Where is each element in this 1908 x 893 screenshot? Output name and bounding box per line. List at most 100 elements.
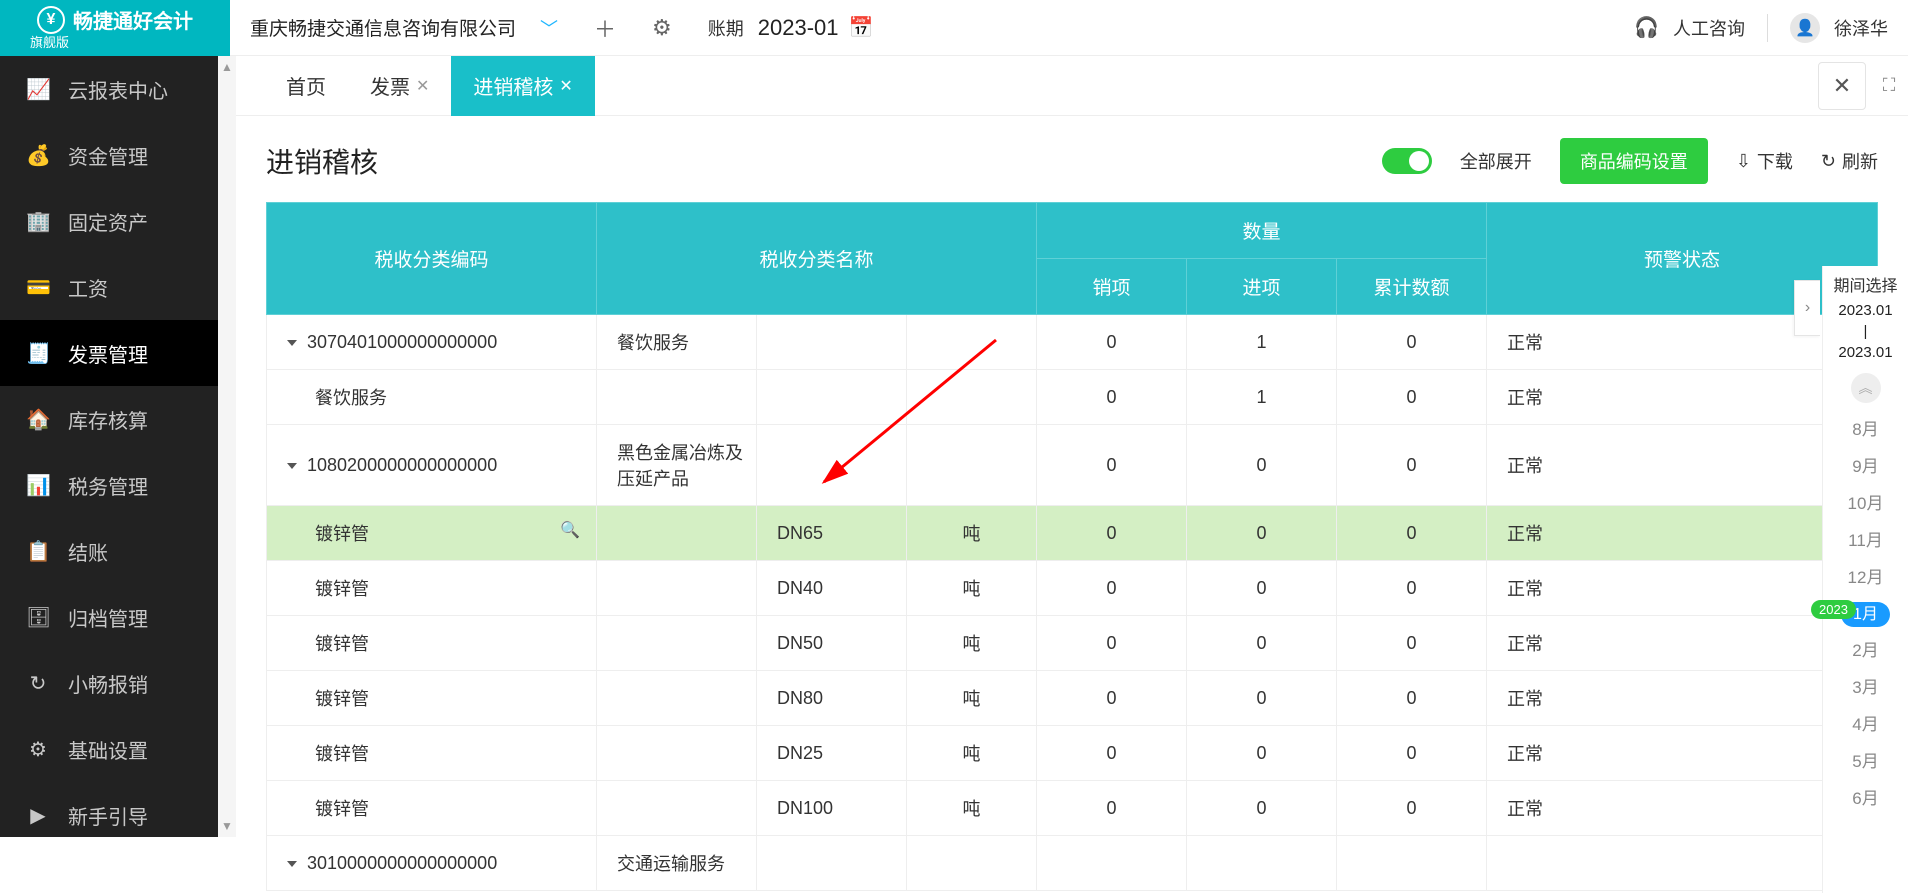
cell-in: 1 [1187,315,1337,370]
sidebar-item-9[interactable]: ↻小畅报销 [0,650,218,716]
sidebar-item-8[interactable]: 🗄归档管理 [0,584,218,650]
tab-1[interactable]: 发票✕ [348,56,451,116]
period-month[interactable]: 3月 [1823,667,1908,704]
table-row[interactable]: 镀锌管DN40吨000正常 [267,561,1878,616]
cell-sum: 0 [1337,781,1487,836]
table-row[interactable]: 镀锌管DN50吨000正常 [267,616,1878,671]
sidebar-item-icon: 💳 [26,275,50,300]
cell-code: 3070401000000000000 [267,315,597,370]
support-icon[interactable]: 🎧 [1634,15,1659,40]
period-from: 2023.01 [1823,300,1908,321]
cell-unit: 吨 [907,616,1037,671]
sidebar-item-label: 小畅报销 [68,669,148,698]
sidebar-item-icon: 🧾 [26,341,50,366]
cell-in: 0 [1187,506,1337,561]
sidebar-item-10[interactable]: ⚙基础设置 [0,716,218,782]
tree-caret-icon[interactable] [287,463,297,469]
refresh-button[interactable]: ↻ 刷新 [1821,148,1878,174]
period-month-label: 9月 [1852,457,1878,476]
period-month[interactable]: 8月 [1823,409,1908,446]
cell-in: 0 [1187,616,1337,671]
sidebar-item-icon: 📋 [26,539,50,564]
calendar-icon[interactable]: 📅 [849,15,874,40]
tab-close-icon[interactable]: ✕ [416,76,429,96]
cell-status [1487,836,1878,891]
avatar-icon[interactable]: 👤 [1790,13,1820,43]
table-row[interactable]: 镀锌管DN100吨000正常 [267,781,1878,836]
cell-code: 镀锌管 [267,561,597,616]
period-month[interactable]: 2月 [1823,630,1908,667]
table-row[interactable]: 3010000000000000000交通运输服务 [267,836,1878,891]
table-row[interactable]: 3070401000000000000餐饮服务010正常 [267,315,1878,370]
table-wrapper: 税收分类编码 税收分类名称 数量 预警状态 销项 进项 累计数额 3070401… [266,202,1878,891]
period-value[interactable]: 2023-01 [758,15,839,41]
cell-sum [1337,836,1487,891]
cell-spec [757,315,907,370]
period-month[interactable]: 4月 [1823,704,1908,741]
sidebar-item-icon: 🏢 [26,209,50,234]
tab-2[interactable]: 进销稽核✕ [451,56,594,116]
code-settings-button[interactable]: 商品编码设置 [1560,138,1708,184]
cell-name: 餐饮服务 [597,315,757,370]
company-name[interactable]: 重庆畅捷交通信息咨询有限公司 [250,14,516,41]
period-month[interactable]: 5月 [1823,741,1908,778]
tab-0[interactable]: 首页 [264,56,348,116]
sidebar-item-label: 库存核算 [68,405,148,434]
scroll-down-icon[interactable]: ▼ [221,819,233,833]
period-panel-collapse-icon[interactable]: › [1794,280,1820,336]
cell-sum: 0 [1337,561,1487,616]
cell-name [597,781,757,836]
cell-status: 正常 [1487,781,1878,836]
period-month[interactable]: 9月 [1823,446,1908,483]
sidebar-item-5[interactable]: 🏠库存核算 [0,386,218,452]
cell-code: 1080200000000000000 [267,425,597,506]
sidebar-item-4[interactable]: 🧾 发票管理 [0,320,218,386]
tree-caret-icon[interactable] [287,861,297,867]
close-tab-button[interactable]: ✕ [1818,62,1866,110]
sidebar-item-0[interactable]: 📈云报表中心 [0,56,218,122]
sidebar-item-2[interactable]: 🏢 固定资产 [0,188,218,254]
period-scroll-up-icon[interactable]: ︽ [1851,373,1881,403]
download-button[interactable]: ⇩ 下载 [1736,148,1793,174]
sidebar-item-11[interactable]: ▶新手引导 [0,782,218,848]
tree-caret-icon[interactable] [287,340,297,346]
username[interactable]: 徐泽华 [1834,15,1888,41]
table-row[interactable]: 餐饮服务010正常 [267,370,1878,425]
add-icon[interactable]: ＋ [594,12,616,44]
cell-code: 镀锌管 [267,781,597,836]
period-month-label: 11月 [1848,531,1883,550]
cell-out: 0 [1037,315,1187,370]
expand-all-toggle[interactable] [1382,148,1432,174]
table-row[interactable]: 镀锌管🔍DN65吨000正常 [267,506,1878,561]
search-icon[interactable]: 🔍 [560,520,580,540]
period-month-label: 6月 [1852,789,1878,808]
table-row[interactable]: 镀锌管DN80吨000正常 [267,671,1878,726]
tab-close-icon[interactable]: ✕ [559,76,572,96]
page-title: 进销稽核 [266,141,378,181]
table-row[interactable]: 镀锌管DN25吨000正常 [267,726,1878,781]
company-dropdown-icon[interactable]: ﹀ [540,15,558,41]
sidebar-item-label: 固定资产 [68,207,148,236]
cell-sum: 0 [1337,315,1487,370]
period-month[interactable]: 12月 [1823,557,1908,594]
sidebar-item-3[interactable]: 💳工资 [0,254,218,320]
fullscreen-icon[interactable]: ⛶ [1874,75,1904,96]
settings-icon[interactable]: ⚙ [652,15,672,41]
period-month[interactable]: 11月 [1823,520,1908,557]
period-month[interactable]: 20231月 [1823,594,1908,630]
table-row[interactable]: 1080200000000000000黑色金属冶炼及压延产品000正常 [267,425,1878,506]
th-qty-out: 销项 [1037,259,1187,315]
support-link[interactable]: 人工咨询 [1673,15,1745,41]
cell-sum: 0 [1337,425,1487,506]
expand-all-label: 全部展开 [1460,148,1532,174]
sidebar-item-1[interactable]: 💰资金管理 [0,122,218,188]
sidebar-item-6[interactable]: 📊税务管理 [0,452,218,518]
sidebar-item-7[interactable]: 📋结账 [0,518,218,584]
period-month[interactable]: 10月 [1823,483,1908,520]
cell-sum: 0 [1337,370,1487,425]
scroll-up-icon[interactable]: ▲ [221,60,233,74]
cell-spec: DN40 [757,561,907,616]
period-month[interactable]: 6月 [1823,778,1908,815]
sidebar-item-label: 发票管理 [68,339,148,368]
sidebar-scrollbar[interactable]: ▲ ▼ [218,56,236,837]
